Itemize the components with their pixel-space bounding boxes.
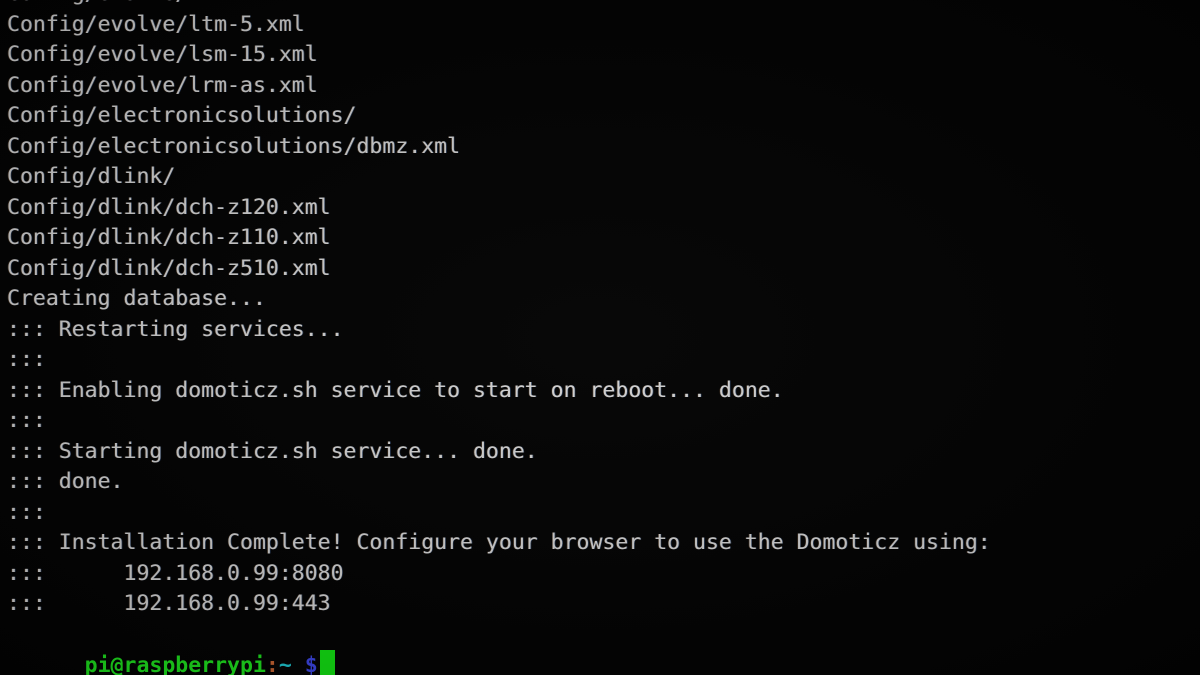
terminal-line: Config/dlink/ [7,164,176,189]
terminal-scrollback: Config/evolve/Config/evolve/ltm-5.xml Con… [7,0,1200,620]
terminal-line: Creating database... [7,286,266,311]
terminal-line: Config/dlink/dch-z120.xml [7,194,331,220]
terminal-output-area[interactable]: Config/evolve/Config/evolve/ltm-5.xml Con… [0,0,1200,675]
terminal-window[interactable]: Config/evolve/Config/evolve/ltm-5.xml Con… [0,0,1200,675]
prompt-working-directory: ~ [278,653,292,675]
block-cursor-icon [319,650,335,675]
terminal-line: ::: [7,408,46,433]
terminal-line: Config/evolve/ltm-5.xml [7,11,305,37]
terminal-line: ::: Starting domoticz.sh service... done… [7,438,538,464]
terminal-line: ::: 192.168.0.99:443 [7,591,331,616]
terminal-line: Config/evolve/lrm-as.xml [7,72,318,98]
shell-prompt-line[interactable]: pi@raspberrypi:~ $ [7,620,1200,675]
terminal-line: Config/electronicsolutions/ [7,103,357,128]
terminal-line: ::: Installation Complete! Configure you… [7,530,991,555]
terminal-line: ::: [7,347,46,372]
terminal-line: Config/dlink/dch-z110.xml [7,225,331,250]
terminal-line: Config/electronicsolutions/dbmz.xml [7,133,461,159]
prompt-user-host: pi@raspberrypi [84,653,266,675]
terminal-line: ::: [7,499,46,525]
terminal-line: ::: 192.168.0.99:8080 [7,560,344,586]
terminal-line: Config/evolve/lsm-15.xml [7,42,318,67]
prompt-symbol: $ [304,653,318,675]
terminal-line: Config/evolve/ [7,0,1200,10]
terminal-line: Config/dlink/dch-z510.xml [7,255,331,281]
prompt-separator: : [265,653,279,675]
terminal-line: ::: Enabling domoticz.sh service to star… [7,377,784,403]
terminal-line: ::: done. [7,469,124,494]
terminal-line: ::: Restarting services... [7,316,344,342]
